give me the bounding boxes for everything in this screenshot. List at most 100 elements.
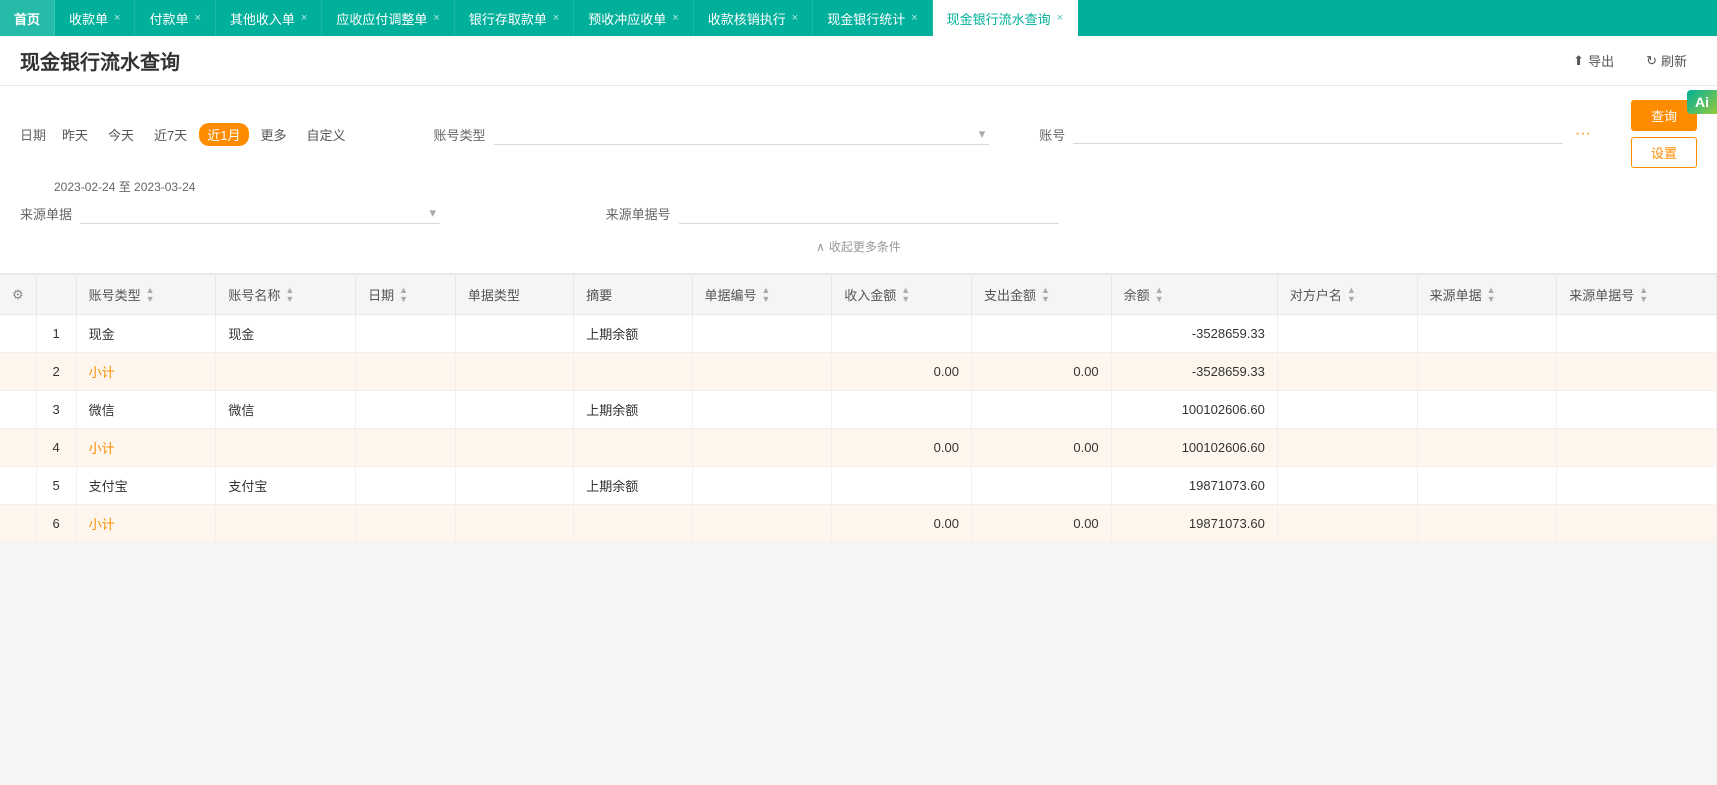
th-source-voucher-no[interactable]: 来源单据号 ▲▼	[1557, 275, 1717, 315]
export-button[interactable]: ⬆ 导出	[1563, 46, 1624, 75]
th-account-type[interactable]: 账号类型 ▲▼	[76, 275, 216, 315]
th-source-voucher-no-label: 来源单据号	[1569, 285, 1634, 304]
nav-item-cash-bank-flow[interactable]: 现金银行流水查询 ×	[933, 0, 1078, 36]
nav-item-cash-bank-stats-close[interactable]: ×	[911, 12, 917, 24]
td-gear[interactable]	[0, 315, 36, 353]
th-account-type-label: 账号类型	[89, 285, 141, 304]
td-account_type: 小计	[76, 353, 216, 391]
source-voucher-label: 来源单据	[20, 204, 72, 223]
header-actions: ⬆ 导出 ↻ 刷新	[1563, 46, 1697, 75]
td-account_name: 现金	[216, 315, 356, 353]
td-account_name	[216, 353, 356, 391]
th-voucher-no[interactable]: 单据编号 ▲▼	[692, 275, 832, 315]
th-income[interactable]: 收入金额 ▲▼	[832, 275, 972, 315]
td-index: 5	[36, 467, 76, 505]
th-source-voucher[interactable]: 来源单据 ▲▼	[1417, 275, 1557, 315]
refresh-label: 刷新	[1661, 51, 1687, 70]
td-balance: 100102606.60	[1111, 391, 1277, 429]
ai-badge[interactable]: Ai	[1687, 90, 1717, 114]
account-input[interactable]	[1073, 124, 1563, 144]
td-summary	[574, 505, 692, 543]
settings-button[interactable]: 设置	[1631, 137, 1697, 168]
td-voucher_type	[455, 353, 573, 391]
nav-item-payment[interactable]: 付款单 ×	[135, 0, 215, 36]
td-date	[356, 505, 456, 543]
td-voucher_no	[692, 429, 832, 467]
th-date[interactable]: 日期 ▲▼	[356, 275, 456, 315]
nav-item-receipt[interactable]: 收款单 ×	[55, 0, 135, 36]
account-type-filter-group: 账号类型 ▾	[434, 124, 990, 145]
td-gear[interactable]	[0, 353, 36, 391]
td-income	[832, 315, 972, 353]
th-counterparty[interactable]: 对方户名 ▲▼	[1277, 275, 1417, 315]
nav-item-prepay-offset-close[interactable]: ×	[672, 12, 678, 24]
nav-item-receipt-close[interactable]: ×	[114, 12, 120, 24]
td-date	[356, 429, 456, 467]
th-account-name[interactable]: 账号名称 ▲▼	[216, 275, 356, 315]
nav-item-ar-ap-adjust-close[interactable]: ×	[433, 12, 439, 24]
nav-item-cash-bank-stats[interactable]: 现金银行统计 ×	[813, 0, 932, 36]
nav-item-cash-bank-flow-close[interactable]: ×	[1057, 12, 1063, 24]
sort-arrows-income: ▲▼	[901, 286, 910, 304]
nav-item-home[interactable]: 首页	[0, 0, 55, 36]
nav-item-cash-bank-stats-label: 现金银行统计	[827, 9, 905, 28]
td-income: 0.00	[832, 429, 972, 467]
date-opt-custom[interactable]: 自定义	[299, 123, 354, 146]
td-voucher_no	[692, 353, 832, 391]
th-counterparty-label: 对方户名	[1290, 285, 1342, 304]
gear-icon[interactable]: ⚙	[12, 287, 24, 302]
nav-item-bank-deposit[interactable]: 银行存取款单 ×	[455, 0, 574, 36]
nav-item-receipt-verify[interactable]: 收款核销执行 ×	[694, 0, 813, 36]
td-gear[interactable]	[0, 505, 36, 543]
nav-item-other-income-close[interactable]: ×	[301, 12, 307, 24]
refresh-button[interactable]: ↻ 刷新	[1636, 46, 1697, 75]
td-income: 0.00	[832, 353, 972, 391]
td-account_name	[216, 505, 356, 543]
nav-item-payment-close[interactable]: ×	[194, 12, 200, 24]
nav-item-receipt-verify-close[interactable]: ×	[792, 12, 798, 24]
sort-arrows-counterparty: ▲▼	[1347, 286, 1356, 304]
nav-item-other-income[interactable]: 其他收入单 ×	[216, 0, 322, 36]
td-date	[356, 467, 456, 505]
nav-item-prepay-offset[interactable]: 预收冲应收单 ×	[574, 0, 693, 36]
nav-item-bank-deposit-close[interactable]: ×	[553, 12, 559, 24]
th-expense[interactable]: 支出金额 ▲▼	[971, 275, 1111, 315]
date-opt-1month[interactable]: 近1月	[199, 123, 248, 146]
account-dots-button[interactable]: ···	[1571, 125, 1595, 143]
source-voucher-no-label: 来源单据号	[606, 204, 671, 223]
th-balance[interactable]: 余额 ▲▼	[1111, 275, 1277, 315]
td-expense: 0.00	[971, 429, 1111, 467]
td-balance: -3528659.33	[1111, 315, 1277, 353]
td-account_type: 现金	[76, 315, 216, 353]
table-body: 1现金现金上期余额-3528659.332小计0.000.00-3528659.…	[0, 315, 1717, 543]
date-opt-7days[interactable]: 近7天	[146, 123, 195, 146]
td-voucher_no	[692, 391, 832, 429]
date-filter-group: 日期 昨天 今天 近7天 近1月 更多 自定义	[20, 123, 354, 146]
td-counterparty	[1277, 429, 1417, 467]
date-opt-today[interactable]: 今天	[100, 123, 142, 146]
td-gear[interactable]	[0, 467, 36, 505]
td-income	[832, 391, 972, 429]
nav-item-ar-ap-adjust[interactable]: 应收应付调整单 ×	[322, 0, 454, 36]
source-voucher-no-input[interactable]	[679, 204, 1059, 224]
td-summary: 上期余额	[574, 391, 692, 429]
th-index	[36, 275, 76, 315]
td-balance: 19871073.60	[1111, 467, 1277, 505]
account-type-select[interactable]: ▾	[494, 124, 990, 145]
sort-arrows-expense: ▲▼	[1041, 286, 1050, 304]
source-voucher-no-filter-group: 来源单据号	[606, 204, 1142, 224]
td-voucher_type	[455, 429, 573, 467]
th-date-label: 日期	[368, 285, 394, 304]
td-gear[interactable]	[0, 391, 36, 429]
td-gear[interactable]	[0, 429, 36, 467]
date-opt-more[interactable]: 更多	[253, 123, 295, 146]
collapse-bar[interactable]: ∧ 收起更多条件	[20, 234, 1697, 259]
sort-arrows-date: ▲▼	[399, 286, 408, 304]
td-balance: 19871073.60	[1111, 505, 1277, 543]
date-range-display: 2023-02-24 至 2023-03-24	[50, 178, 1697, 195]
date-opt-yesterday[interactable]: 昨天	[54, 123, 96, 146]
date-filter-label: 日期	[20, 125, 46, 144]
source-voucher-select[interactable]: ▾	[80, 203, 440, 224]
td-expense	[971, 391, 1111, 429]
td-account_name	[216, 429, 356, 467]
